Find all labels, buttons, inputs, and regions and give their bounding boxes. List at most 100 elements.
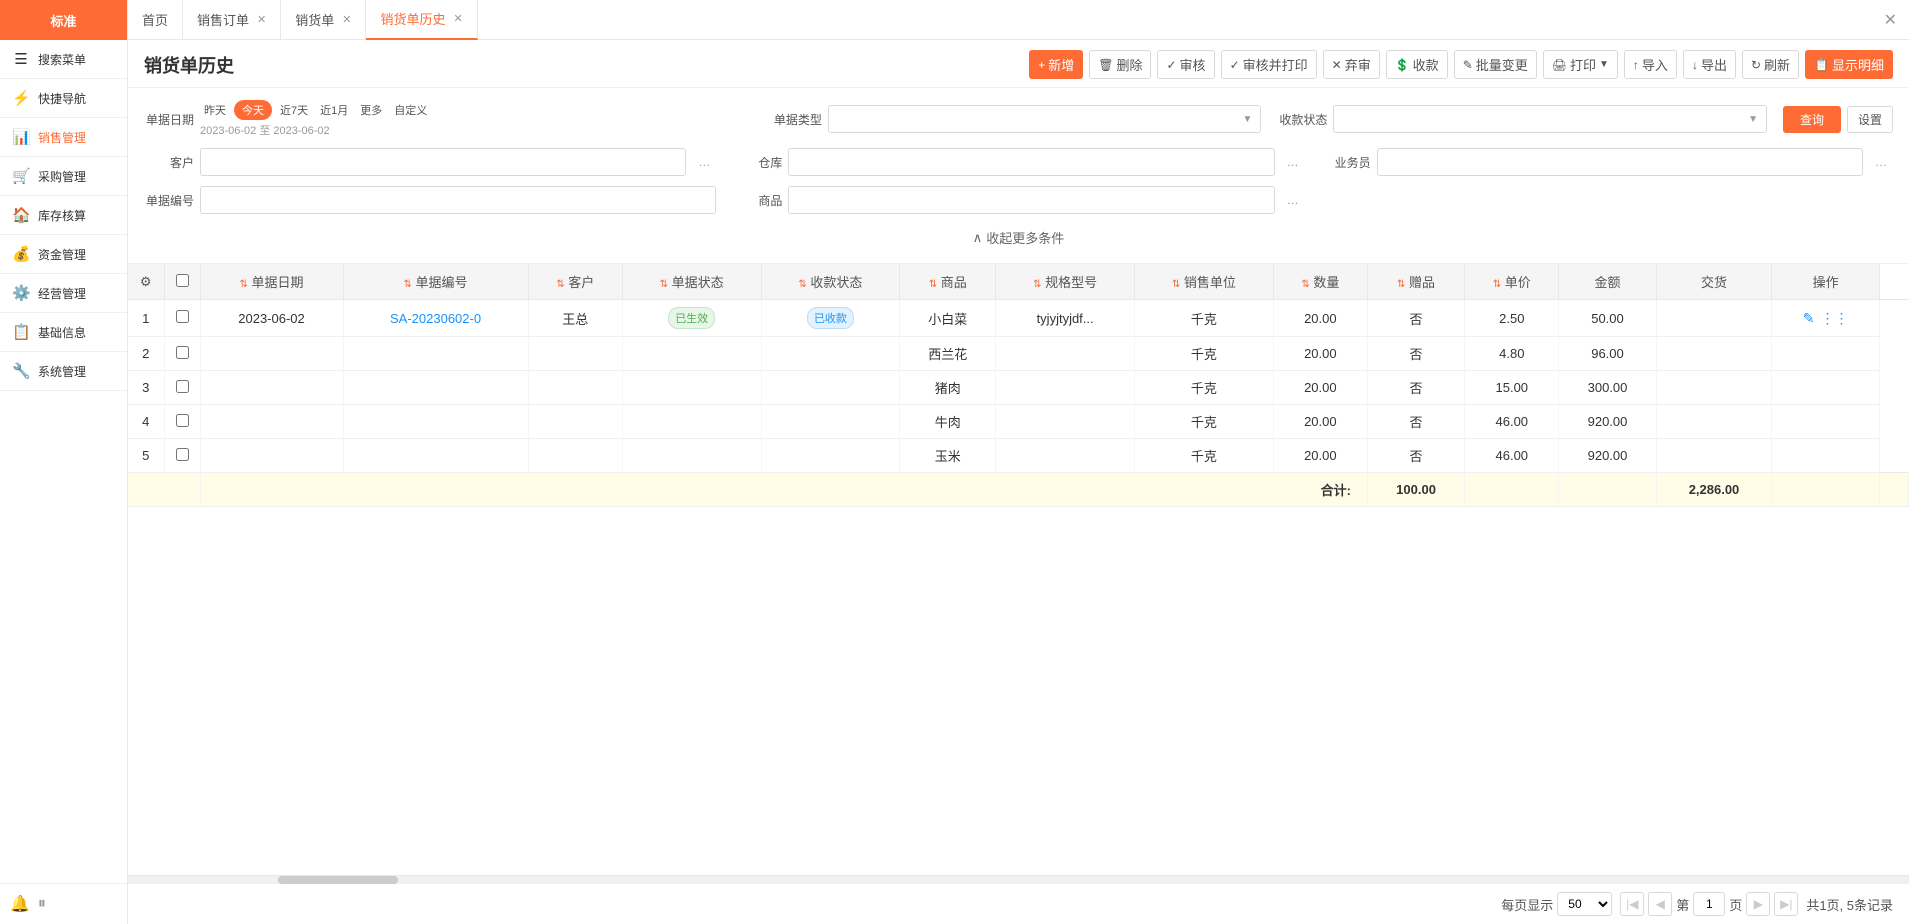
col-date[interactable]: ⇅ 单据日期	[200, 264, 343, 300]
sidebar-item-system-mgmt[interactable]: 🔧 系统管理	[0, 352, 127, 391]
row-checkbox[interactable]	[164, 371, 200, 405]
query-button[interactable]: 查询	[1783, 106, 1841, 133]
salesperson-input[interactable]	[1377, 148, 1863, 176]
filter-row-2: 客户 … 仓库 … 业务员 …	[144, 148, 1893, 176]
audit-button[interactable]: ✓ 审核	[1157, 50, 1214, 79]
row-num: 2	[128, 337, 164, 371]
col-settings[interactable]: ⚙	[128, 264, 164, 300]
col-unit-price[interactable]: ⇅ 单价	[1465, 264, 1559, 300]
row-checkbox[interactable]	[164, 405, 200, 439]
collapse-button[interactable]: ∧ 收起更多条件	[144, 224, 1893, 251]
first-page-button[interactable]: |◀	[1620, 892, 1644, 916]
pause-icon[interactable]: ⏸	[38, 895, 46, 913]
row-action[interactable]: ✎ ⋮⋮	[1772, 300, 1879, 337]
add-icon: +	[1038, 58, 1045, 72]
sidebar-item-sales-mgmt[interactable]: 📊 销售管理	[0, 118, 127, 157]
shortcut-7days[interactable]: 近7天	[276, 100, 312, 120]
prev-page-button[interactable]: ◀	[1648, 892, 1672, 916]
print-button[interactable]: 🖨 打印 ▼	[1543, 50, 1618, 79]
row-checkbox[interactable]	[164, 337, 200, 371]
col-customer[interactable]: ⇅ 客户	[528, 264, 622, 300]
row-checkbox-input[interactable]	[176, 448, 189, 461]
tab-sales-delivery[interactable]: 销货单 ✕	[281, 0, 366, 40]
print-dropdown-arrow[interactable]: ▼	[1599, 59, 1609, 70]
shortcut-1month[interactable]: 近1月	[316, 100, 352, 120]
product-input[interactable]	[788, 186, 1274, 214]
customer-input[interactable]	[200, 148, 686, 176]
row-checkbox-input[interactable]	[176, 346, 189, 359]
row-gift: 否	[1367, 300, 1464, 337]
shortcut-yesterday[interactable]: 昨天	[200, 100, 230, 120]
audit-print-icon: ✓	[1230, 58, 1240, 72]
audit-print-button[interactable]: ✓ 审核并打印	[1221, 50, 1317, 79]
warehouse-input[interactable]	[788, 148, 1274, 176]
row-doc-number[interactable]: SA-20230602-0	[343, 300, 528, 337]
add-button[interactable]: + 新增	[1029, 50, 1083, 79]
filter-docnumber-item: 单据编号	[144, 186, 716, 214]
next-page-button[interactable]: ▶	[1746, 892, 1770, 916]
last-page-button[interactable]: ▶|	[1774, 892, 1798, 916]
customer-ellipsis[interactable]: …	[692, 153, 716, 171]
edit-action-button[interactable]: ✎	[1803, 310, 1815, 327]
row-checkbox[interactable]	[164, 300, 200, 337]
tab-sales-order[interactable]: 销售订单 ✕	[183, 0, 281, 40]
shortcut-more[interactable]: 更多	[356, 100, 386, 120]
refresh-button[interactable]: ↻ 刷新	[1742, 50, 1799, 79]
horizontal-scrollbar[interactable]	[128, 875, 1909, 883]
product-ellipsis[interactable]: …	[1281, 191, 1305, 209]
abandon-button[interactable]: ✕ 弃审	[1323, 50, 1380, 79]
sidebar-item-search-menu[interactable]: ☰ 搜索菜单	[0, 40, 127, 79]
settings-icon[interactable]: ⚙	[140, 274, 152, 289]
close-sales-delivery-tab[interactable]: ✕	[342, 13, 351, 26]
col-spec[interactable]: ⇅ 规格型号	[996, 264, 1135, 300]
col-unit[interactable]: ⇅ 销售单位	[1134, 264, 1273, 300]
tab-home[interactable]: 首页	[128, 0, 183, 40]
collect-status-select[interactable]: ▼	[1333, 105, 1767, 133]
doc-number-link[interactable]: SA-20230602-0	[390, 311, 481, 326]
col-doc-number[interactable]: ⇅ 单据编号	[343, 264, 528, 300]
top-nav: 首页 销售订单 ✕ 销货单 ✕ 销货单历史 ✕ ✕	[128, 0, 1909, 40]
close-sales-history-tab[interactable]: ✕	[454, 12, 463, 25]
warehouse-ellipsis[interactable]: …	[1281, 153, 1305, 171]
row-checkbox-input[interactable]	[176, 380, 189, 393]
doc-type-select[interactable]: ▼	[828, 105, 1262, 133]
collect-button[interactable]: 💲 收款	[1386, 50, 1448, 79]
salesperson-ellipsis[interactable]: …	[1869, 153, 1893, 171]
summary-empty2	[1559, 473, 1656, 507]
sidebar-item-quick-nav[interactable]: ⚡ 快捷导航	[0, 79, 127, 118]
sidebar-item-purchase-mgmt[interactable]: 🛒 采购管理	[0, 157, 127, 196]
import-button[interactable]: ↑ 导入	[1624, 50, 1677, 79]
settings-button[interactable]: 设置	[1847, 106, 1893, 133]
page-size-select: 每页显示 50 100 200	[1501, 892, 1612, 916]
shortcut-custom[interactable]: 自定义	[390, 100, 431, 120]
shortcut-today[interactable]: 今天	[234, 100, 272, 120]
docnumber-input[interactable]	[200, 186, 716, 214]
window-close-button[interactable]: ✕	[1884, 10, 1897, 30]
delete-button[interactable]: 🗑 删除	[1089, 50, 1151, 79]
scrollbar-thumb[interactable]	[278, 876, 398, 884]
col-doc-status[interactable]: ⇅ 单据状态	[622, 264, 761, 300]
export-button[interactable]: ↓ 导出	[1683, 50, 1736, 79]
col-collect-status[interactable]: ⇅ 收款状态	[761, 264, 900, 300]
col-gift[interactable]: ⇅ 赠品	[1367, 264, 1464, 300]
row-checkbox-input[interactable]	[176, 414, 189, 427]
show-detail-button[interactable]: 📋 显示明细	[1805, 50, 1893, 79]
batch-change-button[interactable]: ✎ 批量变更	[1454, 50, 1537, 79]
col-product[interactable]: ⇅ 商品	[900, 264, 996, 300]
sidebar-item-basic-info[interactable]: 📋 基础信息	[0, 313, 127, 352]
more-action-button[interactable]: ⋮⋮	[1820, 310, 1848, 327]
col-quantity[interactable]: ⇅ 数量	[1273, 264, 1367, 300]
row-checkbox[interactable]	[164, 439, 200, 473]
sidebar-item-label: 快捷导航	[38, 90, 86, 107]
tab-sales-history[interactable]: 销货单历史 ✕	[366, 0, 477, 40]
close-sales-order-tab[interactable]: ✕	[257, 13, 266, 26]
notification-icon[interactable]: 🔔	[10, 894, 30, 914]
sidebar-item-finance-mgmt[interactable]: 💰 资金管理	[0, 235, 127, 274]
page-number-input[interactable]	[1693, 892, 1725, 916]
system-mgmt-icon: 🔧	[12, 362, 30, 380]
sidebar-item-operation-mgmt[interactable]: ⚙️ 经营管理	[0, 274, 127, 313]
select-all-checkbox[interactable]	[176, 274, 189, 287]
row-checkbox-input[interactable]	[176, 310, 189, 323]
sidebar-item-inventory-calc[interactable]: 🏠 库存核算	[0, 196, 127, 235]
page-size-dropdown[interactable]: 50 100 200	[1557, 892, 1612, 916]
